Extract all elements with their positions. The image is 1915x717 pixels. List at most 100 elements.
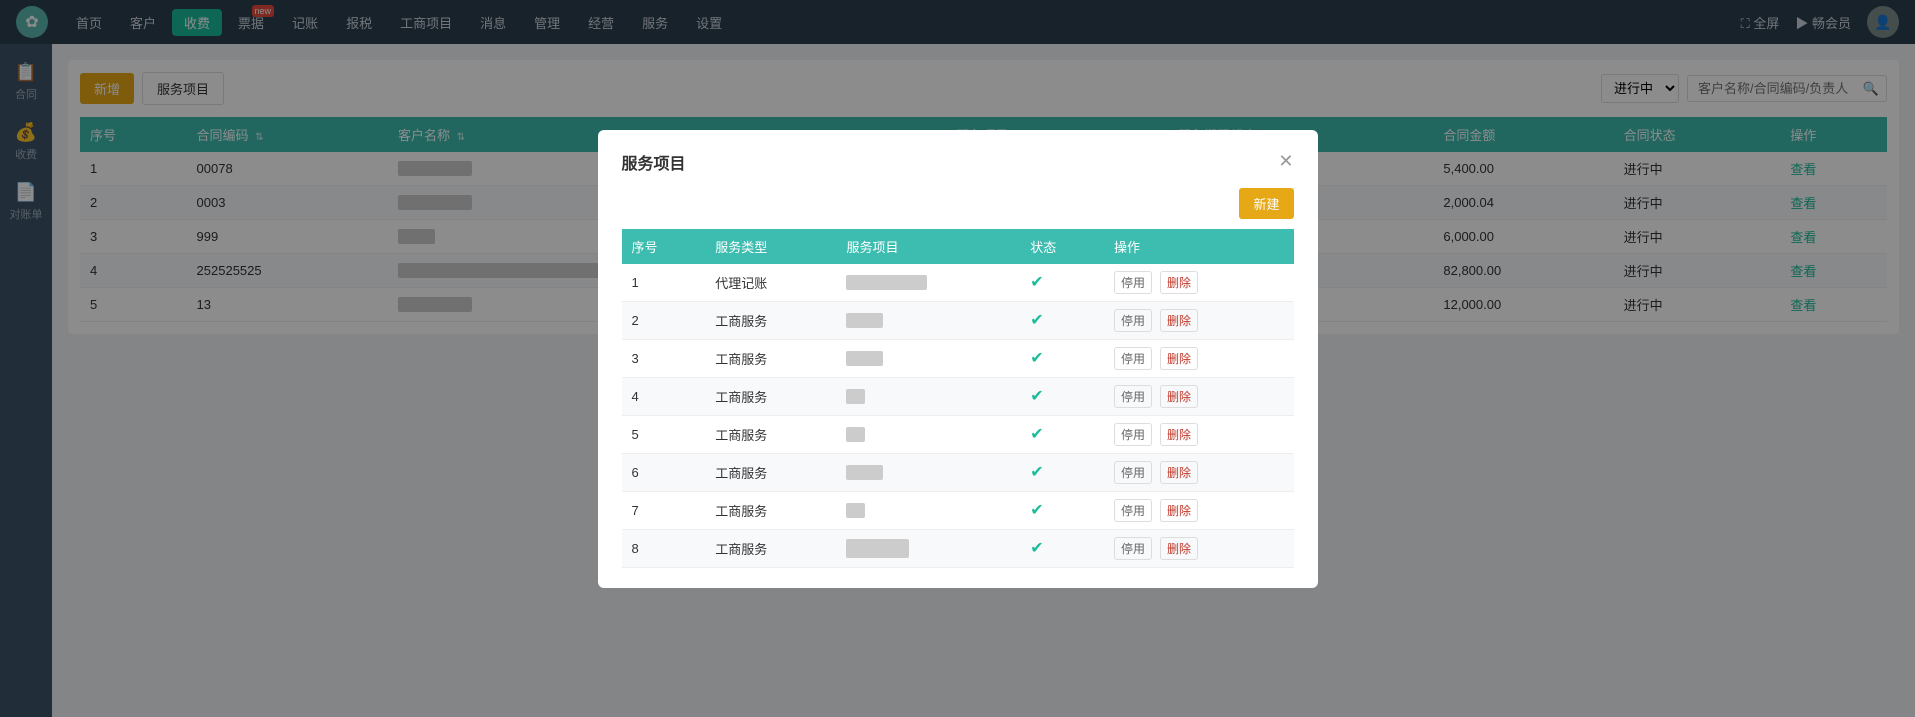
mcell-status: ✔ [1020, 529, 1104, 567]
mcell-seq: 4 [622, 377, 706, 415]
mcell-item: ████ [836, 339, 1020, 377]
status-check-icon: ✔ [1030, 274, 1043, 291]
status-check-icon: ✔ [1030, 540, 1043, 557]
mcol-status: 状态 [1020, 229, 1104, 264]
mcell-seq: 8 [622, 529, 706, 567]
modal-table-row: 6 工商服务 ████ ✔ 停用 删除 [622, 453, 1294, 491]
row-actions: 停用 删除 [1114, 271, 1283, 294]
delete-button[interactable]: 删除 [1160, 461, 1198, 484]
disable-button[interactable]: 停用 [1114, 537, 1152, 560]
mcol-item: 服务项目 [836, 229, 1020, 264]
mcell-type: 代理记账 [705, 264, 836, 302]
mcell-type: 工商服务 [705, 339, 836, 377]
disable-button[interactable]: 停用 [1114, 423, 1152, 446]
mcell-status: ✔ [1020, 415, 1104, 453]
modal-table-row: 7 工商服务 ██ ✔ 停用 删除 [622, 491, 1294, 529]
mcell-action: 停用 删除 [1104, 491, 1293, 529]
mcell-action: 停用 删除 [1104, 415, 1293, 453]
mcell-type: 工商服务 [705, 453, 836, 491]
mcell-action: 停用 删除 [1104, 453, 1293, 491]
item-blurred: ████ [846, 351, 883, 366]
service-modal: 服务项目 ✕ 新建 序号 服务类型 服务项目 状态 操作 1 代理记账 [598, 130, 1318, 588]
mcol-action: 操作 [1104, 229, 1293, 264]
status-check-icon: ✔ [1030, 312, 1043, 329]
status-check-icon: ✔ [1030, 464, 1043, 481]
new-service-button[interactable]: 新建 [1239, 188, 1293, 219]
row-actions: 停用 删除 [1114, 385, 1283, 408]
mcell-type: 工商服务 [705, 377, 836, 415]
mcell-status: ✔ [1020, 339, 1104, 377]
delete-button[interactable]: 删除 [1160, 271, 1198, 294]
mcell-type: 工商服务 [705, 529, 836, 567]
modal-table-wrap[interactable]: 序号 服务类型 服务项目 状态 操作 1 代理记账 ████████1 ✔ 停用… [622, 229, 1294, 568]
modal-overlay: 服务项目 ✕ 新建 序号 服务类型 服务项目 状态 操作 1 代理记账 [0, 0, 1915, 717]
delete-button[interactable]: 删除 [1160, 537, 1198, 560]
delete-button[interactable]: 删除 [1160, 499, 1198, 522]
mcell-seq: 7 [622, 491, 706, 529]
modal-header: 服务项目 ✕ [622, 150, 1294, 174]
disable-button[interactable]: 停用 [1114, 461, 1152, 484]
mcell-status: ✔ [1020, 491, 1104, 529]
disable-button[interactable]: 停用 [1114, 385, 1152, 408]
row-actions: 停用 删除 [1114, 423, 1283, 446]
mcell-item: ██ [836, 415, 1020, 453]
modal-table-row: 5 工商服务 ██ ✔ 停用 删除 [622, 415, 1294, 453]
mcell-item: ██ [836, 377, 1020, 415]
modal-table-row: 4 工商服务 ██ ✔ 停用 删除 [622, 377, 1294, 415]
mcell-item: ████ [836, 301, 1020, 339]
status-check-icon: ✔ [1030, 502, 1043, 519]
disable-button[interactable]: 停用 [1114, 271, 1152, 294]
mcol-type: 服务类型 [705, 229, 836, 264]
mcell-type: 工商服务 [705, 491, 836, 529]
mcell-action: 停用 删除 [1104, 339, 1293, 377]
disable-button[interactable]: 停用 [1114, 499, 1152, 522]
mcell-status: ✔ [1020, 301, 1104, 339]
mcell-seq: 1 [622, 264, 706, 302]
row-actions: 停用 删除 [1114, 461, 1283, 484]
mcell-type: 工商服务 [705, 301, 836, 339]
mcell-item: ██ [836, 491, 1020, 529]
mcell-status: ✔ [1020, 264, 1104, 302]
modal-table-row: 3 工商服务 ████ ✔ 停用 删除 [622, 339, 1294, 377]
item-blurred: ████████1 [846, 275, 927, 290]
mcell-seq: 6 [622, 453, 706, 491]
item-blurred: ████ [846, 313, 883, 328]
modal-table-body: 1 代理记账 ████████1 ✔ 停用 删除 2 工商服务 ████ ✔ 停… [622, 264, 1294, 568]
item-blurred: ██ [846, 427, 864, 442]
close-button[interactable]: ✕ [1278, 151, 1293, 172]
modal-table-row: 8 工商服务 ████注册 ✔ 停用 删除 [622, 529, 1294, 567]
modal-title: 服务项目 [622, 150, 686, 174]
mcol-seq: 序号 [622, 229, 706, 264]
item-blurred: ████注册 [846, 539, 909, 558]
mcell-type: 工商服务 [705, 415, 836, 453]
delete-button[interactable]: 删除 [1160, 385, 1198, 408]
status-check-icon: ✔ [1030, 388, 1043, 405]
service-table: 序号 服务类型 服务项目 状态 操作 1 代理记账 ████████1 ✔ 停用… [622, 229, 1294, 568]
mcell-seq: 5 [622, 415, 706, 453]
mcell-item: ████ [836, 453, 1020, 491]
disable-button[interactable]: 停用 [1114, 347, 1152, 370]
mcell-seq: 2 [622, 301, 706, 339]
delete-button[interactable]: 删除 [1160, 347, 1198, 370]
mcell-action: 停用 删除 [1104, 377, 1293, 415]
item-blurred: ████ [846, 465, 883, 480]
item-blurred: ██ [846, 503, 864, 518]
modal-table-row: 2 工商服务 ████ ✔ 停用 删除 [622, 301, 1294, 339]
mcell-status: ✔ [1020, 453, 1104, 491]
row-actions: 停用 删除 [1114, 309, 1283, 332]
delete-button[interactable]: 删除 [1160, 423, 1198, 446]
delete-button[interactable]: 删除 [1160, 309, 1198, 332]
row-actions: 停用 删除 [1114, 499, 1283, 522]
mcell-action: 停用 删除 [1104, 529, 1293, 567]
modal-table-header: 序号 服务类型 服务项目 状态 操作 [622, 229, 1294, 264]
mcell-status: ✔ [1020, 377, 1104, 415]
status-check-icon: ✔ [1030, 426, 1043, 443]
status-check-icon: ✔ [1030, 350, 1043, 367]
mcell-item: ████████1 [836, 264, 1020, 302]
row-actions: 停用 删除 [1114, 347, 1283, 370]
row-actions: 停用 删除 [1114, 537, 1283, 560]
item-blurred: ██ [846, 389, 864, 404]
disable-button[interactable]: 停用 [1114, 309, 1152, 332]
modal-table-row: 1 代理记账 ████████1 ✔ 停用 删除 [622, 264, 1294, 302]
mcell-action: 停用 删除 [1104, 301, 1293, 339]
